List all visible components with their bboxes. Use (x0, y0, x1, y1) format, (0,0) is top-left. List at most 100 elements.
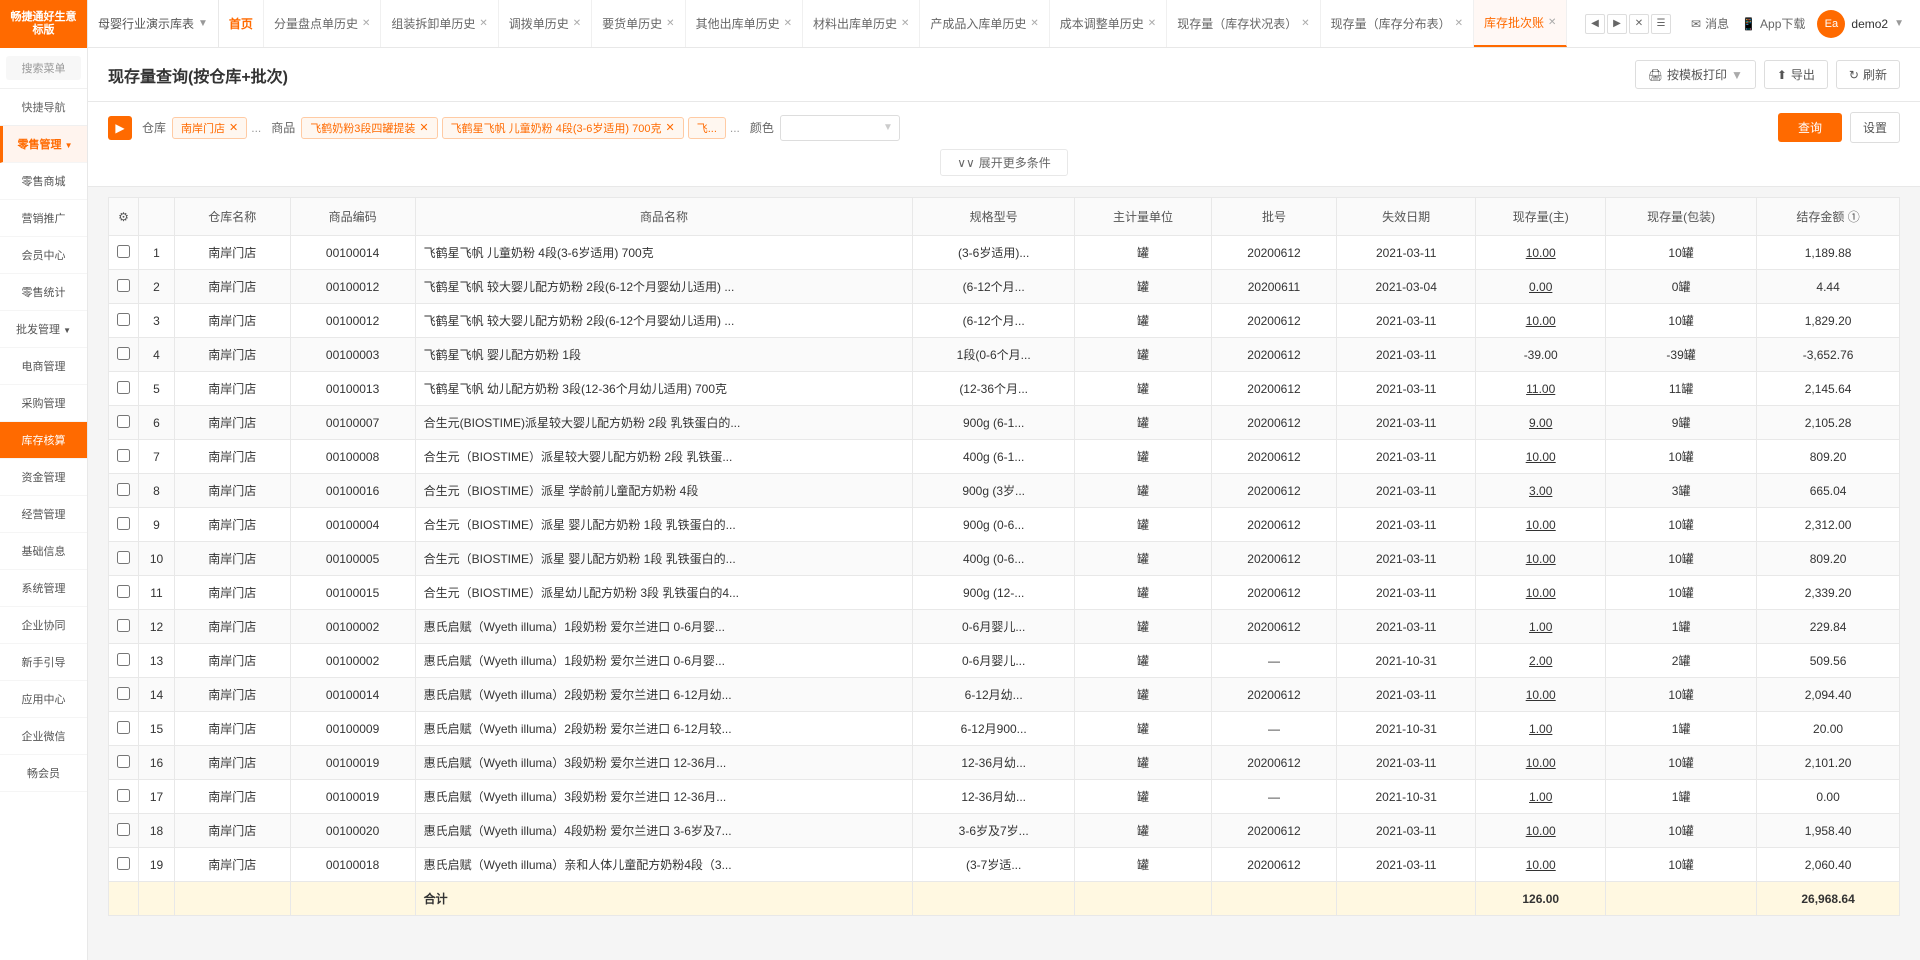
tab-other-outbound[interactable]: 其他出库单历史 ✕ (686, 0, 803, 47)
sidebar-item-retail-mgmt[interactable]: 零售管理 ▼ (0, 126, 87, 163)
tab-close-warehouse-batch[interactable]: ✕ (1548, 17, 1556, 28)
sidebar-item-operation[interactable]: 经营管理 (0, 496, 87, 533)
row-stock-main[interactable]: 10.00 (1476, 508, 1606, 542)
row-checkbox-input[interactable] (117, 279, 130, 292)
messages-btn[interactable]: ✉ 消息 (1691, 15, 1729, 32)
tab-home[interactable]: 首页 (219, 0, 264, 47)
row-checkbox-input[interactable] (117, 415, 130, 428)
tab-close-requisition[interactable]: ✕ (666, 18, 674, 29)
refresh-btn[interactable]: ↻ 刷新 (1836, 60, 1900, 89)
search-menu-btn[interactable]: 搜索菜单 (6, 56, 81, 80)
tab-close-product-inbound[interactable]: ✕ (1030, 18, 1038, 29)
row-stock-main[interactable]: 10.00 (1476, 678, 1606, 712)
sidebar-item-inventory-check[interactable]: 库存核算 (0, 422, 87, 459)
sidebar-item-system[interactable]: 系统管理 (0, 570, 87, 607)
tab-close-stock-status[interactable]: ✕ (1301, 18, 1309, 29)
row-stock-main[interactable]: 1.00 (1476, 712, 1606, 746)
tab-product-inbound[interactable]: 产成品入库单历史 ✕ (920, 0, 1049, 47)
workspace-dropdown[interactable]: 母婴行业演示库表 ▼ (88, 0, 219, 47)
row-stock-main[interactable]: 0.00 (1476, 270, 1606, 304)
warehouse-tag-close[interactable]: ✕ (229, 121, 238, 134)
setting-btn[interactable]: 设置 (1850, 112, 1900, 143)
row-stock-main[interactable]: 10.00 (1476, 746, 1606, 780)
row-stock-main[interactable]: 1.00 (1476, 610, 1606, 644)
sidebar-item-basic-info[interactable]: 基础信息 (0, 533, 87, 570)
row-stock-main[interactable]: 3.00 (1476, 474, 1606, 508)
print-btn[interactable]: 🖨 按模板打印 ▼ (1635, 60, 1756, 89)
row-stock-main[interactable]: 10.00 (1476, 440, 1606, 474)
row-stock-main[interactable]: 10.00 (1476, 848, 1606, 882)
row-checkbox-input[interactable] (117, 857, 130, 870)
sidebar-item-ecommerce[interactable]: 电商管理 (0, 348, 87, 385)
warehouse-tag[interactable]: 南岸门店 ✕ (172, 117, 247, 139)
row-checkbox-input[interactable] (117, 755, 130, 768)
row-checkbox[interactable] (109, 576, 139, 610)
row-checkbox-input[interactable] (117, 823, 130, 836)
app-download-btn[interactable]: 📱 App下载 (1741, 15, 1805, 32)
tab-scroll-left[interactable]: ◀ (1585, 14, 1605, 34)
row-checkbox-input[interactable] (117, 551, 130, 564)
row-stock-main[interactable]: 11.00 (1476, 372, 1606, 406)
row-stock-main[interactable]: 10.00 (1476, 814, 1606, 848)
search-menu-section[interactable]: 搜索菜单 (0, 48, 87, 89)
row-checkbox-input[interactable] (117, 721, 130, 734)
tab-scroll-right[interactable]: ▶ (1607, 14, 1627, 34)
row-checkbox[interactable] (109, 440, 139, 474)
export-btn[interactable]: ⬆ 导出 (1764, 60, 1828, 89)
tab-cost-adjustment[interactable]: 成本调整单历史 ✕ (1050, 0, 1167, 47)
goods-tag-1-close[interactable]: ✕ (665, 121, 674, 134)
tab-close-transfer[interactable]: ✕ (573, 18, 581, 29)
sidebar-item-member-center[interactable]: 会员中心 (0, 237, 87, 274)
row-checkbox[interactable] (109, 542, 139, 576)
tab-close-other-outbound[interactable]: ✕ (784, 18, 792, 29)
row-stock-main[interactable]: -39.00 (1476, 338, 1606, 372)
row-checkbox[interactable] (109, 848, 139, 882)
row-checkbox[interactable] (109, 678, 139, 712)
row-stock-main[interactable]: 10.00 (1476, 576, 1606, 610)
tab-transfer[interactable]: 调拨单历史 ✕ (499, 0, 592, 47)
filter-expand-btn[interactable]: ▶ (108, 116, 132, 140)
row-checkbox-input[interactable] (117, 245, 130, 258)
sidebar-item-enterprise-collab[interactable]: 企业协同 (0, 607, 87, 644)
row-stock-main[interactable]: 2.00 (1476, 644, 1606, 678)
expand-more-btn[interactable]: ∨∨ 展开更多条件 (940, 149, 1068, 176)
tab-close-stock-dist[interactable]: ✕ (1455, 18, 1463, 29)
col-settings[interactable]: ⚙ (109, 198, 139, 236)
sidebar-item-vip[interactable]: 畅会员 (0, 755, 87, 792)
row-checkbox[interactable] (109, 508, 139, 542)
tab-close-cost-adjustment[interactable]: ✕ (1148, 18, 1156, 29)
row-checkbox[interactable] (109, 236, 139, 270)
sidebar-item-retail-stats[interactable]: 零售统计 (0, 274, 87, 311)
tab-material-outbound[interactable]: 材料出库单历史 ✕ (803, 0, 920, 47)
row-checkbox-input[interactable] (117, 517, 130, 530)
sidebar-item-new-guide[interactable]: 新手引导 (0, 644, 87, 681)
row-checkbox[interactable] (109, 746, 139, 780)
color-filter-input[interactable]: ▼ (780, 115, 900, 141)
goods-filter-more[interactable]: ... (730, 121, 740, 135)
quick-nav-section[interactable]: 快捷导航 (0, 89, 87, 126)
row-checkbox-input[interactable] (117, 687, 130, 700)
row-checkbox[interactable] (109, 610, 139, 644)
warehouse-filter-more[interactable]: ... (251, 121, 261, 135)
goods-tag-1[interactable]: 飞鹤星飞帆 儿童奶粉 4段(3-6岁适用) 700克 ✕ (442, 117, 684, 139)
row-checkbox-input[interactable] (117, 313, 130, 326)
tab-split-inventory[interactable]: 分量盘点单历史 ✕ (264, 0, 381, 47)
sidebar-item-app-center[interactable]: 应用中心 (0, 681, 87, 718)
tab-disassembly[interactable]: 组装拆卸单历史 ✕ (381, 0, 498, 47)
row-stock-main[interactable]: 10.00 (1476, 542, 1606, 576)
row-checkbox[interactable] (109, 270, 139, 304)
row-stock-main[interactable]: 10.00 (1476, 236, 1606, 270)
user-profile[interactable]: Ea demo2 ▼ (1817, 10, 1904, 38)
goods-tag-2[interactable]: 飞... (688, 117, 726, 139)
row-checkbox[interactable] (109, 474, 139, 508)
sidebar-item-purchase[interactable]: 采购管理 (0, 385, 87, 422)
tab-stock-dist[interactable]: 现存量（库存分布表） ✕ (1321, 0, 1474, 47)
row-checkbox[interactable] (109, 644, 139, 678)
row-checkbox[interactable] (109, 304, 139, 338)
tab-menu[interactable]: ☰ (1651, 14, 1671, 34)
row-stock-main[interactable]: 1.00 (1476, 780, 1606, 814)
tab-stock-status[interactable]: 现存量（库存状况表） ✕ (1167, 0, 1320, 47)
row-checkbox[interactable] (109, 338, 139, 372)
row-stock-main[interactable]: 10.00 (1476, 304, 1606, 338)
tab-requisition[interactable]: 要货单历史 ✕ (592, 0, 685, 47)
